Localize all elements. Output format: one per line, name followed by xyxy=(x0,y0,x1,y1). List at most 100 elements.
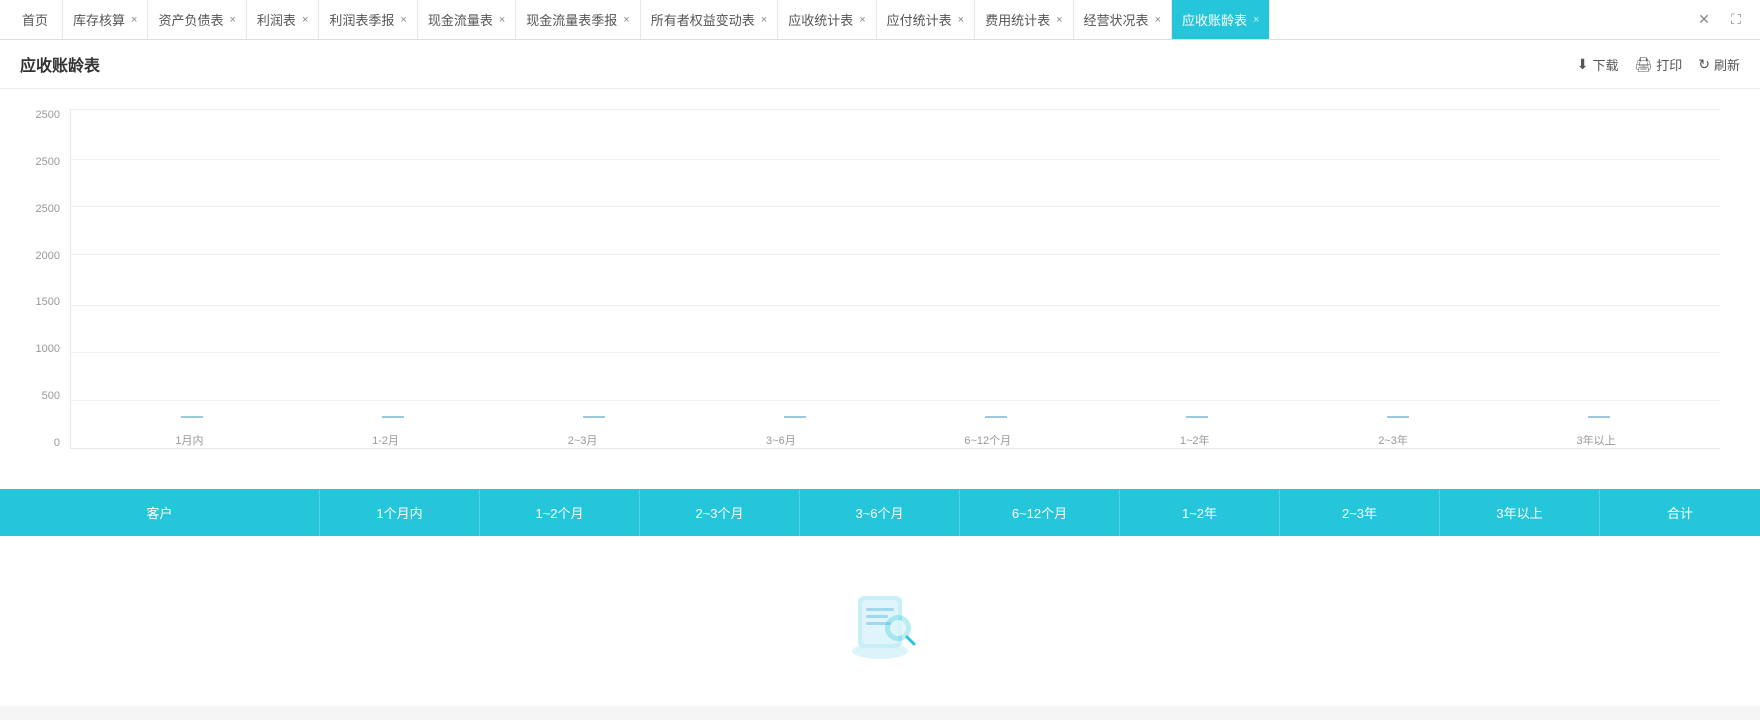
tab-equity-close[interactable]: × xyxy=(761,14,767,26)
tab-ar-stats-close[interactable]: × xyxy=(859,14,865,26)
tab-inventory-close[interactable]: × xyxy=(131,14,137,26)
window-controls: ✕ ⛶ xyxy=(1692,8,1752,32)
bar-group-2-3year xyxy=(1387,416,1409,418)
tab-ar-aging[interactable]: 应收账龄表 × xyxy=(1172,0,1270,40)
tab-home-label: 首页 xyxy=(22,10,48,29)
tab-profit-quarterly-label: 利润表季报 xyxy=(329,10,394,29)
tab-profit-close[interactable]: × xyxy=(302,14,308,26)
bar-group-3-6month xyxy=(784,416,806,418)
y-label-2500c: 2500 xyxy=(20,109,60,121)
empty-icon xyxy=(830,576,930,666)
tab-operations-label: 经营状况表 xyxy=(1084,10,1149,29)
tab-operations[interactable]: 经营状况表 × xyxy=(1074,0,1172,40)
th-total: 合计 xyxy=(1600,489,1760,536)
th-1-2month: 1~2个月 xyxy=(480,489,640,536)
tab-bar: 首页 库存核算 × 资产负债表 × 利润表 × 利润表季报 × 现金流量表 × … xyxy=(0,0,1760,40)
tab-inventory-label: 库存核算 xyxy=(73,10,125,29)
tab-profit[interactable]: 利润表 × xyxy=(247,0,319,40)
refresh-label: 刷新 xyxy=(1714,55,1740,74)
bar-3-6month xyxy=(784,416,806,418)
tab-cashflow-quarterly-close[interactable]: × xyxy=(623,14,629,26)
tab-ap-stats-close[interactable]: × xyxy=(958,14,964,26)
bar-2-3month xyxy=(583,416,605,418)
y-label-500: 500 xyxy=(20,390,60,402)
refresh-icon: ↻ xyxy=(1698,56,1710,73)
bars-group xyxy=(71,109,1720,418)
th-3plus-year: 3年以上 xyxy=(1440,489,1600,536)
tab-operations-close[interactable]: × xyxy=(1155,14,1161,26)
x-label-1-2year: 1~2年 xyxy=(1180,432,1210,448)
bar-group-3plus-year xyxy=(1588,416,1610,418)
th-2-3month: 2~3个月 xyxy=(640,489,800,536)
tab-ap-stats-label: 应付统计表 xyxy=(887,10,952,29)
tab-cashflow-label: 现金流量表 xyxy=(428,10,493,29)
tab-ap-stats[interactable]: 应付统计表 × xyxy=(877,0,975,40)
tab-profit-quarterly[interactable]: 利润表季报 × xyxy=(319,0,417,40)
empty-state xyxy=(0,536,1760,706)
y-axis: 0 500 1000 1500 2000 2500 2500 2500 xyxy=(20,109,70,449)
x-label-2-3month: 2~3月 xyxy=(568,432,598,448)
tab-balance-label: 资产负债表 xyxy=(158,10,223,29)
print-icon: 🖨 xyxy=(1634,56,1652,73)
y-label-2500b: 2500 xyxy=(20,156,60,168)
tab-ar-stats-label: 应收统计表 xyxy=(788,10,853,29)
tab-equity-label: 所有者权益变动表 xyxy=(651,10,755,29)
x-label-3-6month: 3~6月 xyxy=(766,432,796,448)
tab-expense-stats-label: 费用统计表 xyxy=(985,10,1050,29)
y-label-2500a: 2500 xyxy=(20,203,60,215)
x-label-1-2month: 1-2月 xyxy=(372,432,399,448)
tab-equity[interactable]: 所有者权益变动表 × xyxy=(641,0,778,40)
x-axis-labels: 1月内 1-2月 2~3月 3~6月 6~12个月 1~2年 2~3年 3年以上 xyxy=(71,432,1720,448)
main-content: 0 500 1000 1500 2000 2500 2500 2500 xyxy=(0,89,1760,706)
maximize-button[interactable]: ⛶ xyxy=(1724,8,1748,32)
bar-group-1-2year xyxy=(1186,416,1208,418)
bar-3plus-year xyxy=(1588,416,1610,418)
print-label: 打印 xyxy=(1656,55,1682,74)
bar-1-2year xyxy=(1186,416,1208,418)
y-label-1000: 1000 xyxy=(20,343,60,355)
tab-home[interactable]: 首页 xyxy=(8,0,63,40)
tab-balance-close[interactable]: × xyxy=(229,14,235,26)
x-label-2-3year: 2~3年 xyxy=(1378,432,1408,448)
tab-ar-aging-close[interactable]: × xyxy=(1253,14,1259,26)
download-button[interactable]: ⬇ 下载 xyxy=(1577,55,1619,74)
chart-area: 0 500 1000 1500 2000 2500 2500 2500 xyxy=(0,89,1760,489)
print-button[interactable]: 🖨 打印 xyxy=(1634,55,1682,74)
th-6-12month: 6~12个月 xyxy=(960,489,1120,536)
header-actions: ⬇ 下载 🖨 打印 ↻ 刷新 xyxy=(1577,55,1740,74)
download-icon: ⬇ xyxy=(1577,56,1589,73)
bar-2-3year xyxy=(1387,416,1409,418)
bar-1-2month xyxy=(382,416,404,418)
th-2-3year: 2~3年 xyxy=(1280,489,1440,536)
th-1-2year: 1~2年 xyxy=(1120,489,1280,536)
y-label-1500: 1500 xyxy=(20,296,60,308)
bar-1month xyxy=(181,416,203,418)
th-customer: 客户 xyxy=(0,489,320,536)
tab-expense-stats-close[interactable]: × xyxy=(1056,14,1062,26)
bar-group-2-3month xyxy=(583,416,605,418)
page-title: 应收账龄表 xyxy=(20,52,100,76)
x-label-3plus-year: 3年以上 xyxy=(1577,432,1616,448)
tab-cashflow-quarterly[interactable]: 现金流量表季报 × xyxy=(516,0,640,40)
chart-container: 0 500 1000 1500 2000 2500 2500 2500 xyxy=(20,109,1720,449)
y-label-2000: 2000 xyxy=(20,250,60,262)
tab-cashflow-close[interactable]: × xyxy=(499,14,505,26)
bar-group-6-12month xyxy=(985,416,1007,418)
bar-group-1month xyxy=(181,416,203,418)
tab-ar-aging-label: 应收账龄表 xyxy=(1182,10,1247,29)
chart-inner: 1月内 1-2月 2~3月 3~6月 6~12个月 1~2年 2~3年 3年以上 xyxy=(70,109,1720,449)
page-header: 应收账龄表 ⬇ 下载 🖨 打印 ↻ 刷新 xyxy=(0,40,1760,89)
close-button[interactable]: ✕ xyxy=(1692,8,1716,32)
bar-group-1-2month xyxy=(382,416,404,418)
th-3-6month: 3~6个月 xyxy=(800,489,960,536)
tab-ar-stats[interactable]: 应收统计表 × xyxy=(778,0,876,40)
bar-6-12month xyxy=(985,416,1007,418)
tab-expense-stats[interactable]: 费用统计表 × xyxy=(975,0,1073,40)
tab-profit-quarterly-close[interactable]: × xyxy=(400,14,406,26)
download-label: 下载 xyxy=(1592,55,1618,74)
table-body xyxy=(0,536,1760,706)
tab-cashflow[interactable]: 现金流量表 × xyxy=(418,0,516,40)
tab-inventory[interactable]: 库存核算 × xyxy=(63,0,148,40)
refresh-button[interactable]: ↻ 刷新 xyxy=(1698,55,1740,74)
tab-balance[interactable]: 资产负债表 × xyxy=(148,0,246,40)
